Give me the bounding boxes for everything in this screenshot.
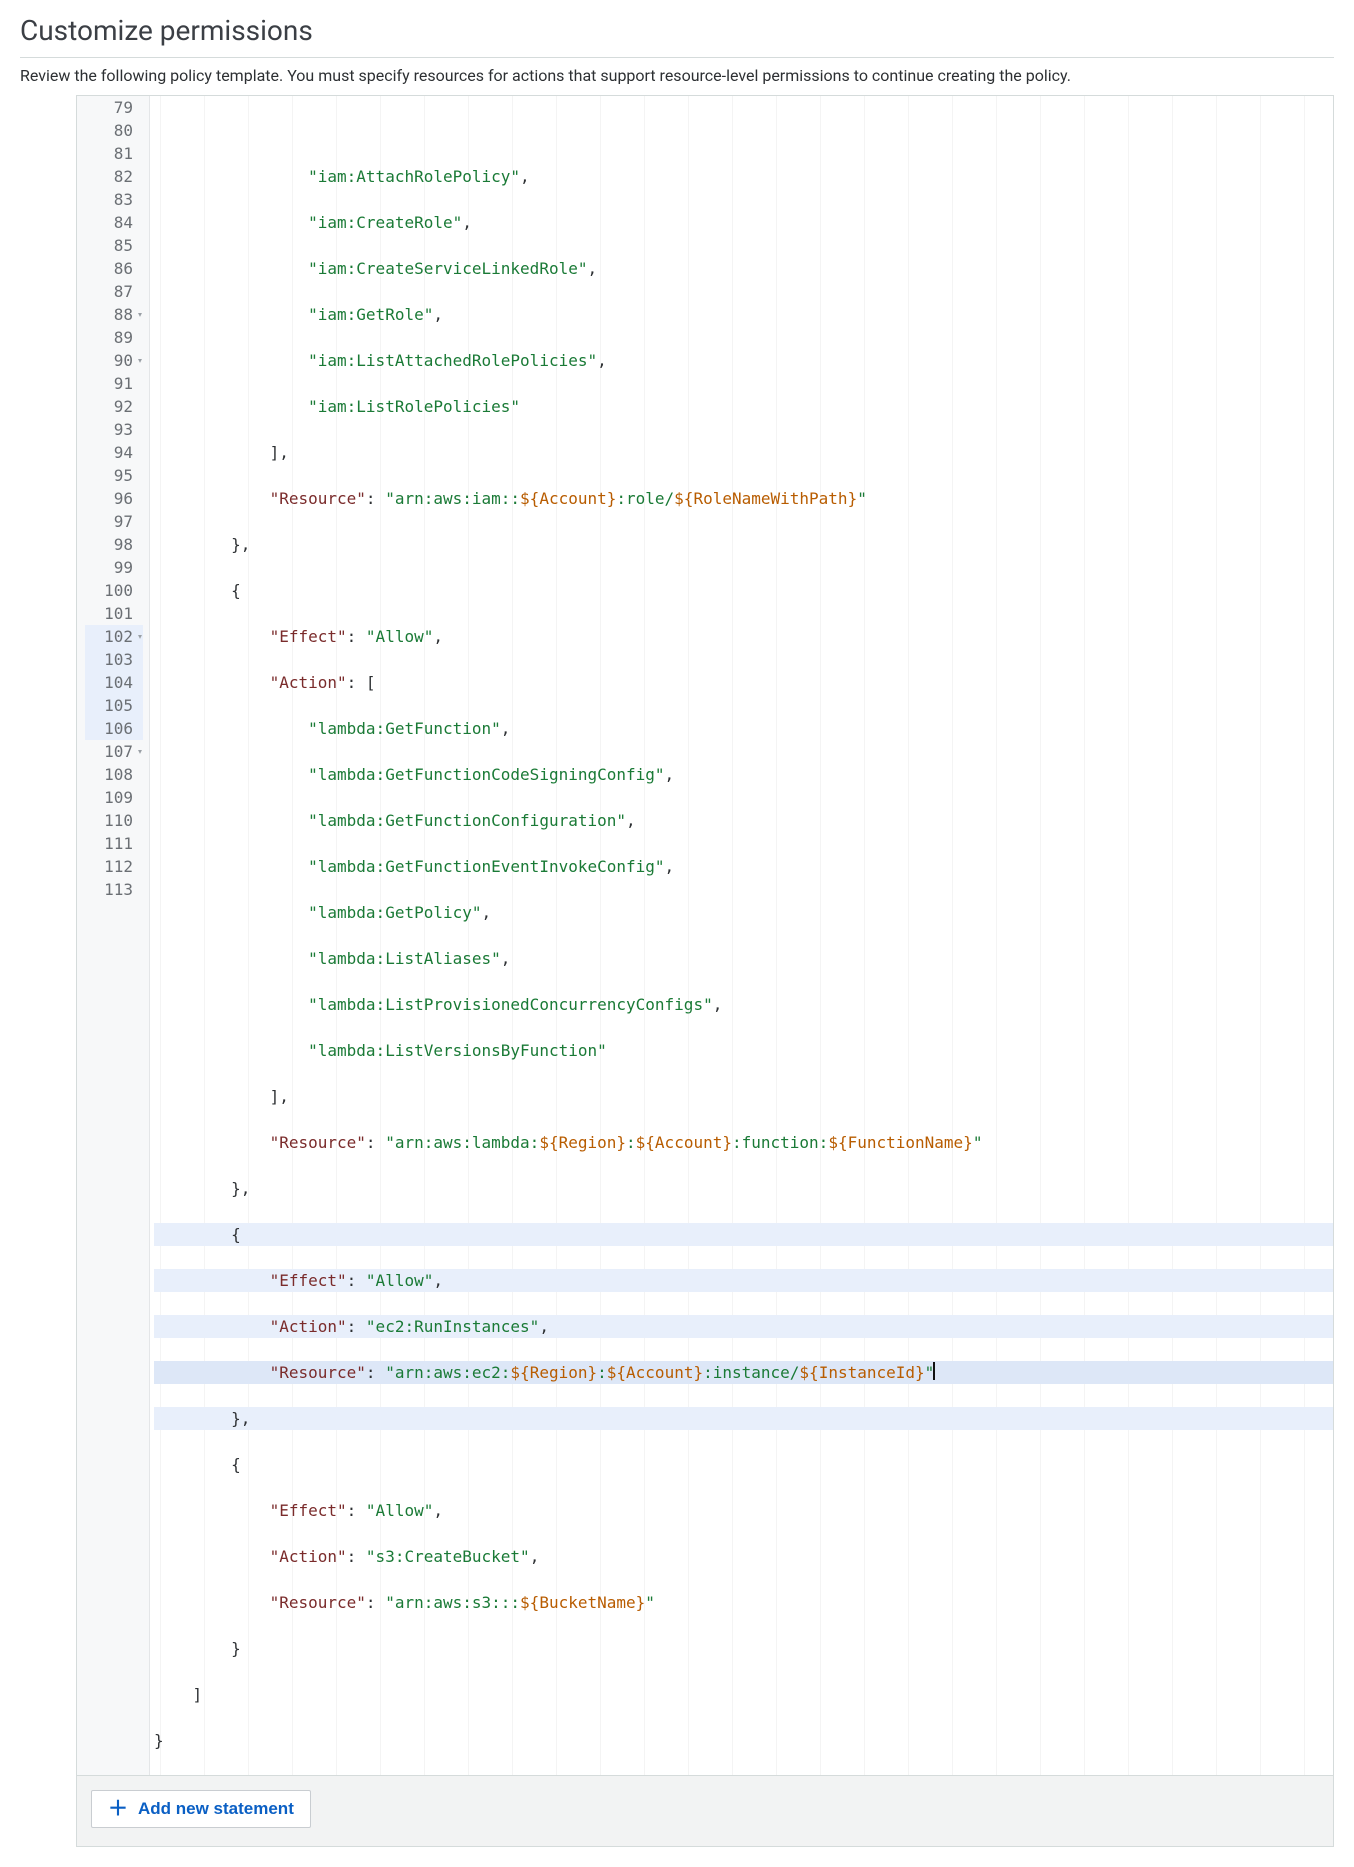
code-line[interactable]: "lambda:ListProvisionedConcurrencyConfig… <box>154 993 1333 1016</box>
code-line[interactable]: "lambda:GetFunctionEventInvokeConfig", <box>154 855 1333 878</box>
code-line[interactable]: "iam:AttachRolePolicy", <box>154 165 1333 188</box>
code-line[interactable]: "lambda:GetFunctionCodeSigningConfig", <box>154 763 1333 786</box>
code-line[interactable]: "lambda:GetPolicy", <box>154 901 1333 924</box>
code-line[interactable]: { <box>154 1453 1333 1476</box>
page-title: Customize permissions <box>20 14 1334 47</box>
line-number: 100 <box>85 579 143 602</box>
page-subtitle: Review the following policy template. Yo… <box>20 66 1334 85</box>
code-line[interactable]: } <box>154 1637 1333 1660</box>
line-number: 85 <box>85 234 143 257</box>
line-number: 97 <box>85 510 143 533</box>
line-number: 91 <box>85 372 143 395</box>
line-number: 98 <box>85 533 143 556</box>
fold-toggle-icon[interactable]: ▾ <box>137 303 143 326</box>
code-line[interactable]: "Action": "ec2:RunInstances", <box>154 1315 1333 1338</box>
line-number: 94 <box>85 441 143 464</box>
section-divider <box>20 57 1334 58</box>
line-number: 82 <box>85 165 143 188</box>
line-number: 93 <box>85 418 143 441</box>
code-line[interactable]: "Effect": "Allow", <box>154 1269 1333 1292</box>
code-line[interactable]: ] <box>154 1683 1333 1706</box>
editor-footer: ＋ Add new statement <box>77 1775 1333 1846</box>
code-line[interactable]: "Resource": "arn:aws:lambda:${Region}:${… <box>154 1131 1333 1154</box>
line-number: 81 <box>85 142 143 165</box>
line-number: 87 <box>85 280 143 303</box>
fold-toggle-icon[interactable]: ▾ <box>137 740 143 763</box>
line-number: 84 <box>85 211 143 234</box>
line-number: 103 <box>85 648 143 671</box>
code-line[interactable]: "lambda:GetFunction", <box>154 717 1333 740</box>
policy-editor[interactable]: 79808182838485868788▾8990▾91929394959697… <box>76 95 1334 1847</box>
line-number: 104 <box>85 671 143 694</box>
plus-icon: ＋ <box>108 1799 128 1819</box>
line-number: 105 <box>85 694 143 717</box>
code-line[interactable]: "lambda:ListAliases", <box>154 947 1333 970</box>
line-number: 92 <box>85 395 143 418</box>
code-area[interactable]: "iam:AttachRolePolicy", "iam:CreateRole"… <box>150 96 1333 1775</box>
code-line[interactable]: }, <box>154 533 1333 556</box>
line-number: 99 <box>85 556 143 579</box>
code-line[interactable]: "Resource": "arn:aws:ec2:${Region}:${Acc… <box>154 1361 1333 1384</box>
line-number: 101 <box>85 602 143 625</box>
code-line[interactable]: "Action": [ <box>154 671 1333 694</box>
code-line[interactable]: "iam:ListAttachedRolePolicies", <box>154 349 1333 372</box>
code-line[interactable]: "Effect": "Allow", <box>154 1499 1333 1522</box>
line-number: 109 <box>85 786 143 809</box>
code-line[interactable]: ], <box>154 1085 1333 1108</box>
line-number: 113 <box>85 878 143 901</box>
code-line[interactable]: "lambda:ListVersionsByFunction" <box>154 1039 1333 1062</box>
fold-toggle-icon[interactable]: ▾ <box>137 349 143 372</box>
code-line[interactable]: "Effect": "Allow", <box>154 625 1333 648</box>
line-number-gutter: 79808182838485868788▾8990▾91929394959697… <box>77 96 150 1775</box>
code-line[interactable]: "iam:CreateServiceLinkedRole", <box>154 257 1333 280</box>
line-number: 111 <box>85 832 143 855</box>
line-number: 107▾ <box>85 740 143 763</box>
line-number: 106 <box>85 717 143 740</box>
text-cursor <box>933 1362 935 1380</box>
add-new-statement-button[interactable]: ＋ Add new statement <box>91 1790 311 1828</box>
code-line[interactable]: "lambda:GetFunctionConfiguration", <box>154 809 1333 832</box>
code-line[interactable]: "Resource": "arn:aws:s3:::${BucketName}" <box>154 1591 1333 1614</box>
code-line[interactable]: "iam:ListRolePolicies" <box>154 395 1333 418</box>
add-new-statement-label: Add new statement <box>138 1799 294 1819</box>
line-number: 102▾ <box>85 625 143 648</box>
line-number: 112 <box>85 855 143 878</box>
line-number: 86 <box>85 257 143 280</box>
line-number: 110 <box>85 809 143 832</box>
line-number: 96 <box>85 487 143 510</box>
code-line[interactable]: } <box>154 1729 1333 1752</box>
code-line[interactable]: "Action": "s3:CreateBucket", <box>154 1545 1333 1568</box>
line-number: 83 <box>85 188 143 211</box>
line-number: 88▾ <box>85 303 143 326</box>
line-number: 79 <box>85 96 143 119</box>
code-line[interactable]: "Resource": "arn:aws:iam::${Account}:rol… <box>154 487 1333 510</box>
code-line[interactable]: }, <box>154 1177 1333 1200</box>
line-number: 90▾ <box>85 349 143 372</box>
line-number: 80 <box>85 119 143 142</box>
line-number: 89 <box>85 326 143 349</box>
code-line[interactable]: "iam:CreateRole", <box>154 211 1333 234</box>
fold-toggle-icon[interactable]: ▾ <box>137 625 143 648</box>
line-number: 108 <box>85 763 143 786</box>
code-line[interactable]: ], <box>154 441 1333 464</box>
code-line[interactable]: }, <box>154 1407 1333 1430</box>
code-line[interactable]: { <box>154 579 1333 602</box>
code-line[interactable]: { <box>154 1223 1333 1246</box>
code-line[interactable]: "iam:GetRole", <box>154 303 1333 326</box>
line-number: 95 <box>85 464 143 487</box>
